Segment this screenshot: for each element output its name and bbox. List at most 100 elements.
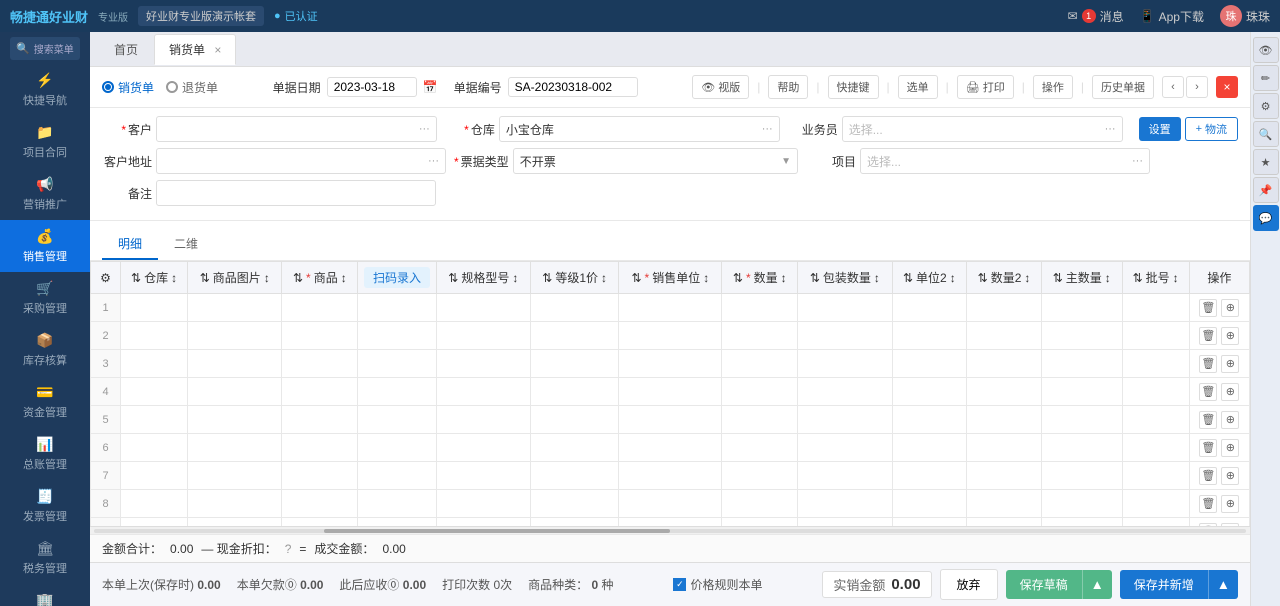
- row-6-pack-qty[interactable]: [798, 434, 892, 462]
- row-3-batch[interactable]: [1122, 350, 1189, 378]
- warehouse-dots[interactable]: ···: [762, 123, 773, 135]
- row-6-main-qty[interactable]: [1041, 434, 1122, 462]
- row-4-batch[interactable]: [1122, 378, 1189, 406]
- row-2-warehouse[interactable]: [121, 322, 188, 350]
- warehouse-input[interactable]: 小宝仓库 ···: [499, 116, 780, 142]
- save-draft-btn[interactable]: 保存草稿: [1006, 570, 1082, 599]
- sidebar-item-quick-nav[interactable]: ⚡ 快捷导航: [0, 64, 90, 116]
- app-download-btn[interactable]: 📱 App下载: [1140, 8, 1204, 25]
- row-4-sale-unit[interactable]: [619, 378, 722, 406]
- row-9-unit2[interactable]: [892, 518, 967, 527]
- address-input[interactable]: ···: [156, 148, 446, 174]
- row-3-price1[interactable]: [531, 350, 619, 378]
- col-batch-input-header[interactable]: 扫码录入: [358, 262, 436, 294]
- abandon-btn[interactable]: 放弃: [940, 569, 998, 600]
- tab-detail[interactable]: 明细: [102, 229, 158, 260]
- right-panel-btn-5[interactable]: ★: [1253, 149, 1279, 175]
- row-7-spec[interactable]: [436, 462, 530, 490]
- row-7-batch-input[interactable]: [358, 462, 436, 490]
- row-3-spec[interactable]: [436, 350, 530, 378]
- notes-input[interactable]: [156, 180, 436, 206]
- row-8-sale-unit[interactable]: [619, 490, 722, 518]
- row-1-product-img[interactable]: [188, 294, 282, 322]
- row-6-copy-btn[interactable]: ⊕: [1221, 439, 1239, 457]
- row-8-batch[interactable]: [1122, 490, 1189, 518]
- row-7-main-qty[interactable]: [1041, 462, 1122, 490]
- help-icon[interactable]: ?: [285, 542, 292, 556]
- sidebar-item-marketing[interactable]: 📢 营销推广: [0, 168, 90, 220]
- row-9-product-img[interactable]: [188, 518, 282, 527]
- row-7-pack-qty[interactable]: [798, 462, 892, 490]
- row-6-delete-btn[interactable]: 🗑: [1199, 439, 1217, 457]
- row-5-batch-input[interactable]: [358, 406, 436, 434]
- calendar-icon[interactable]: 📅: [423, 80, 438, 94]
- row-1-sale-unit[interactable]: [619, 294, 722, 322]
- row-3-sale-unit[interactable]: [619, 350, 722, 378]
- nav-next-btn[interactable]: ›: [1186, 76, 1208, 98]
- row-8-copy-btn[interactable]: ⊕: [1221, 495, 1239, 513]
- row-7-quantity[interactable]: [722, 462, 798, 490]
- row-6-warehouse[interactable]: [121, 434, 188, 462]
- close-form-btn[interactable]: ×: [1216, 76, 1238, 98]
- row-3-warehouse[interactable]: [121, 350, 188, 378]
- row-1-copy-btn[interactable]: ⊕: [1221, 299, 1239, 317]
- row-2-batch-input[interactable]: [358, 322, 436, 350]
- row-4-spec[interactable]: [436, 378, 530, 406]
- row-8-quantity[interactable]: [722, 490, 798, 518]
- history-btn[interactable]: 历史单据: [1092, 75, 1154, 99]
- row-3-qty2[interactable]: [967, 350, 1042, 378]
- row-5-product[interactable]: [282, 406, 358, 434]
- row-2-sale-unit[interactable]: [619, 322, 722, 350]
- view-btn[interactable]: 👁 视版: [692, 75, 749, 99]
- row-6-product-img[interactable]: [188, 434, 282, 462]
- row-6-price1[interactable]: [531, 434, 619, 462]
- row-7-warehouse[interactable]: [121, 462, 188, 490]
- address-dots[interactable]: ···: [428, 155, 439, 167]
- row-3-pack-qty[interactable]: [798, 350, 892, 378]
- row-4-pack-qty[interactable]: [798, 378, 892, 406]
- row-7-product[interactable]: [282, 462, 358, 490]
- invoice-select[interactable]: 不开票 ▼: [513, 148, 798, 174]
- salesperson-dots[interactable]: ···: [1105, 123, 1116, 135]
- row-2-unit2[interactable]: [892, 322, 967, 350]
- row-4-unit2[interactable]: [892, 378, 967, 406]
- sidebar-item-assets[interactable]: 🏢 固定资产: [0, 584, 90, 606]
- right-panel-btn-4[interactable]: 🔍: [1253, 121, 1279, 147]
- row-7-price1[interactable]: [531, 462, 619, 490]
- horizontal-scrollbar[interactable]: [90, 526, 1250, 534]
- row-8-spec[interactable]: [436, 490, 530, 518]
- date-input[interactable]: [327, 77, 417, 97]
- sidebar-item-sales[interactable]: 💰 销售管理: [0, 220, 90, 272]
- row-3-main-qty[interactable]: [1041, 350, 1122, 378]
- operate-btn[interactable]: 操作: [1033, 75, 1073, 99]
- row-9-batch[interactable]: [1122, 518, 1189, 527]
- row-7-product-img[interactable]: [188, 462, 282, 490]
- row-8-unit2[interactable]: [892, 490, 967, 518]
- right-panel-btn-6[interactable]: 📌: [1253, 177, 1279, 203]
- row-9-main-qty[interactable]: [1041, 518, 1122, 527]
- right-panel-btn-2[interactable]: ✏: [1253, 65, 1279, 91]
- row-1-qty2[interactable]: [967, 294, 1042, 322]
- row-5-sale-unit[interactable]: [619, 406, 722, 434]
- message-btn[interactable]: ✉ 1 消息: [1068, 8, 1124, 25]
- row-3-batch-input[interactable]: [358, 350, 436, 378]
- company-selector[interactable]: 好业财专业版演示帐套: [138, 6, 264, 26]
- save-new-btn[interactable]: 保存并新增: [1120, 570, 1208, 599]
- row-4-warehouse[interactable]: [121, 378, 188, 406]
- row-5-main-qty[interactable]: [1041, 406, 1122, 434]
- row-1-quantity[interactable]: [722, 294, 798, 322]
- row-5-product-img[interactable]: [188, 406, 282, 434]
- tab-sales-order[interactable]: 销货单 ×: [154, 34, 236, 65]
- sidebar-item-tax[interactable]: 🏛 税务管理: [0, 532, 90, 584]
- row-4-product-img[interactable]: [188, 378, 282, 406]
- row-2-qty2[interactable]: [967, 322, 1042, 350]
- row-7-sale-unit[interactable]: [619, 462, 722, 490]
- row-2-product-img[interactable]: [188, 322, 282, 350]
- sidebar-item-accounting[interactable]: 📊 总账管理: [0, 428, 90, 480]
- row-6-quantity[interactable]: [722, 434, 798, 462]
- row-1-main-qty[interactable]: [1041, 294, 1122, 322]
- right-panel-btn-3[interactable]: ⚙: [1253, 93, 1279, 119]
- shortcut-btn[interactable]: 快捷键: [828, 75, 879, 99]
- row-1-warehouse[interactable]: [121, 294, 188, 322]
- print-btn[interactable]: 🖨 打印: [957, 75, 1014, 99]
